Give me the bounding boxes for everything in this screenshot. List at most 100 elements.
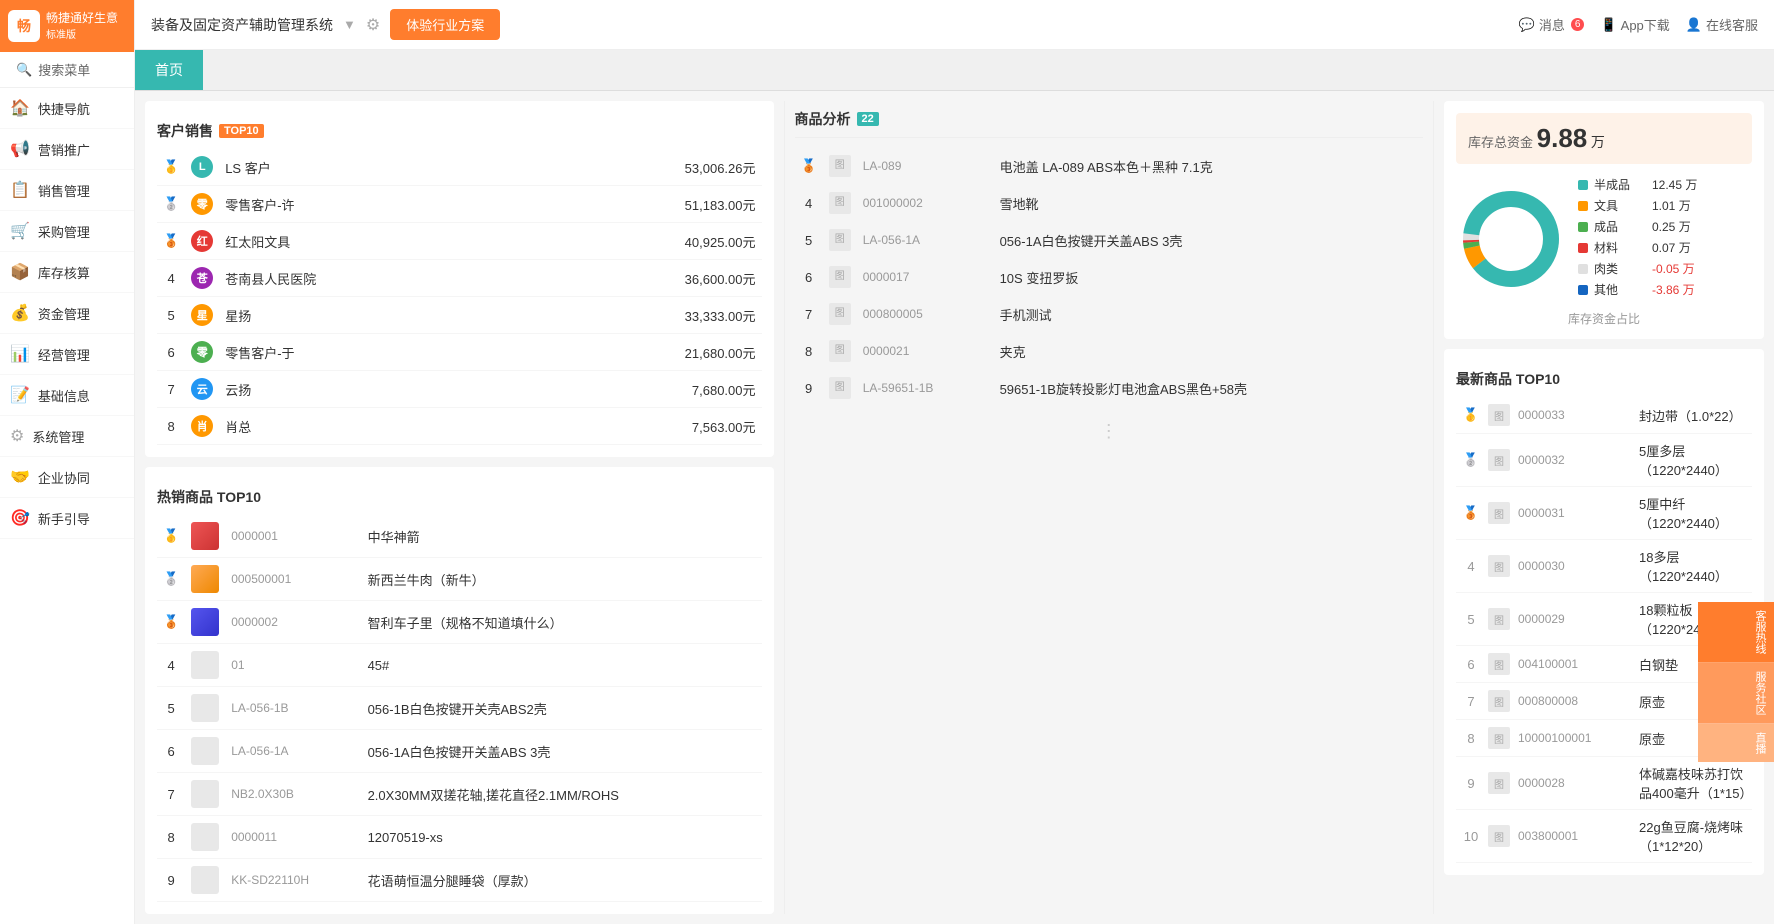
legend-item: 肉类 -0.05 万	[1578, 260, 1697, 277]
settings-icon[interactable]: ⚙	[366, 15, 380, 35]
sidebar-item-finance[interactable]: 💰 资金管理	[0, 293, 134, 334]
new-product-rank: 🥉	[1462, 505, 1480, 521]
avatar: 零	[191, 341, 213, 363]
sidebar-item-label: 库存核算	[38, 263, 90, 282]
goods-name: 056-1A白色按键开关盖ABS 3壳	[994, 222, 1423, 259]
sidebar-item-guide[interactable]: 🎯 新手引导	[0, 498, 134, 539]
legend-item: 半成品 12.45 万	[1578, 176, 1697, 193]
avatar-cell: 零	[185, 186, 219, 223]
sidebar-item-purchase[interactable]: 🛒 采购管理	[0, 211, 134, 252]
avatar-cell: 红	[185, 223, 219, 260]
stock-ratio-label: 库存资金占比	[1456, 310, 1752, 327]
new-product-code: 0000028	[1518, 776, 1625, 790]
sidebar-item-label: 采购管理	[38, 222, 90, 241]
product-code: 01	[225, 644, 361, 687]
product-code: LA-056-1B	[225, 687, 361, 730]
stock-card: 库存总资金 9.88 万	[1444, 101, 1764, 339]
goods-img-placeholder: 图	[829, 340, 851, 362]
new-product-rank: 🥇	[1462, 407, 1480, 423]
sidebar-item-sales[interactable]: 📋 销售管理	[0, 170, 134, 211]
legend-dot	[1578, 201, 1588, 211]
product-img-placeholder	[191, 737, 219, 765]
goods-name: 雪地靴	[994, 185, 1423, 222]
collab-icon: 🤝	[10, 467, 30, 487]
float-btn-community[interactable]: 服务社区	[1698, 663, 1774, 724]
new-product-rank: 7	[1462, 694, 1480, 709]
new-product-name: 18多层（1220*2440）	[1639, 547, 1746, 585]
float-btn-live[interactable]: 直播	[1698, 724, 1774, 762]
sale-amount: 33,333.00元	[520, 297, 762, 334]
new-product-img: 图	[1488, 404, 1510, 426]
sidebar-item-operations[interactable]: 📊 经营管理	[0, 334, 134, 375]
tab-home-label: 首页	[155, 62, 183, 78]
goods-img-cell: 图	[823, 370, 857, 407]
sidebar-item-shortcuts[interactable]: 🏠 快捷导航	[0, 88, 134, 129]
product-name: 花语萌恒温分腿睡袋（厚款）	[362, 859, 762, 902]
legend-item: 成品 0.25 万	[1578, 218, 1697, 235]
main-content: 装备及固定资产辅助管理系统 ▼ ⚙ 体验行业方案 💬 消息 6 📱 App下载 …	[135, 0, 1774, 924]
rank-number: 6	[157, 730, 185, 773]
sale-amount: 53,006.26元	[520, 149, 762, 186]
avatar: 云	[191, 378, 213, 400]
legend-dot	[1578, 285, 1588, 295]
float-panel: 客服热线 服务社区 直播	[1698, 602, 1774, 762]
goods-name: 夹克	[994, 333, 1423, 370]
legend-name: 肉类	[1594, 260, 1634, 277]
new-product-name: 22g鱼豆腐-烧烤味（1*12*20）	[1639, 817, 1746, 855]
product-img-cell	[185, 730, 225, 773]
customer-name: 肖总	[219, 408, 520, 445]
product-img	[191, 608, 219, 636]
product-code: KK-SD22110H	[225, 859, 361, 902]
dropdown-icon[interactable]: ▼	[343, 17, 356, 32]
goods-img-placeholder: 图	[829, 192, 851, 214]
goods-code: 001000002	[857, 185, 994, 222]
goods-img-placeholder: 图	[829, 303, 851, 325]
message-label: 消息	[1539, 15, 1565, 34]
stock-legend: 半成品 12.45 万 文具 1.01 万 成品 0.25 万 材料 0.07 …	[1578, 176, 1697, 302]
message-button[interactable]: 💬 消息 6	[1519, 15, 1585, 34]
legend-value: 1.01 万	[1652, 197, 1691, 214]
new-product-img: 图	[1488, 449, 1510, 471]
message-badge: 6	[1571, 18, 1585, 31]
product-name: 056-1A白色按键开关盖ABS 3壳	[362, 730, 762, 773]
legend-name: 其他	[1594, 281, 1634, 298]
goods-img-cell: 图	[823, 296, 857, 333]
new-product-code: 003800001	[1518, 829, 1625, 843]
new-product-img: 图	[1488, 502, 1510, 524]
new-product-img: 图	[1488, 555, 1510, 577]
rank-number: 🥈	[157, 186, 185, 223]
avatar: 红	[191, 230, 213, 252]
sidebar-item-inventory[interactable]: 📦 库存核算	[0, 252, 134, 293]
product-img-placeholder	[191, 866, 219, 894]
sidebar-item-collab[interactable]: 🤝 企业协同	[0, 457, 134, 498]
product-code: LA-056-1A	[225, 730, 361, 773]
sidebar-item-marketing[interactable]: 📢 营销推广	[0, 129, 134, 170]
sidebar-item-basic[interactable]: 📝 基础信息	[0, 375, 134, 416]
goods-code: LA-056-1A	[857, 222, 994, 259]
purchase-icon: 🛒	[10, 221, 30, 241]
product-img	[191, 522, 219, 550]
page-content: 客户销售 TOP10 🥇 L LS 客户 53,006.26元 🥈 零 零售客户…	[135, 91, 1774, 924]
rank-number: 5	[795, 222, 823, 259]
goods-code: LA-089	[857, 148, 994, 185]
sidebar-item-system[interactable]: ⚙ 系统管理	[0, 416, 134, 457]
product-name: 12070519-xs	[362, 816, 762, 859]
app-download-button[interactable]: 📱 App下载	[1600, 15, 1669, 34]
search-menu[interactable]: 🔍 搜索菜单	[0, 52, 134, 88]
rank-number: 🥇	[157, 149, 185, 186]
system-icon: ⚙	[10, 426, 24, 446]
online-service-button[interactable]: 👤 在线客服	[1686, 15, 1758, 34]
header: 装备及固定资产辅助管理系统 ▼ ⚙ 体验行业方案 💬 消息 6 📱 App下载 …	[135, 0, 1774, 50]
rank-number: 7	[157, 371, 185, 408]
guide-icon: 🎯	[10, 508, 30, 528]
new-product-img: 图	[1488, 608, 1510, 630]
trial-button[interactable]: 体验行业方案	[390, 9, 500, 40]
avatar-cell: 云	[185, 371, 219, 408]
marketing-icon: 📢	[10, 139, 30, 159]
logo-icon: 畅	[8, 10, 40, 42]
legend-value: 0.25 万	[1652, 218, 1691, 235]
tab-home[interactable]: 首页	[135, 50, 203, 90]
new-product-rank: 6	[1462, 657, 1480, 672]
search-label: 搜索菜单	[38, 60, 90, 79]
float-btn-service[interactable]: 客服热线	[1698, 602, 1774, 663]
